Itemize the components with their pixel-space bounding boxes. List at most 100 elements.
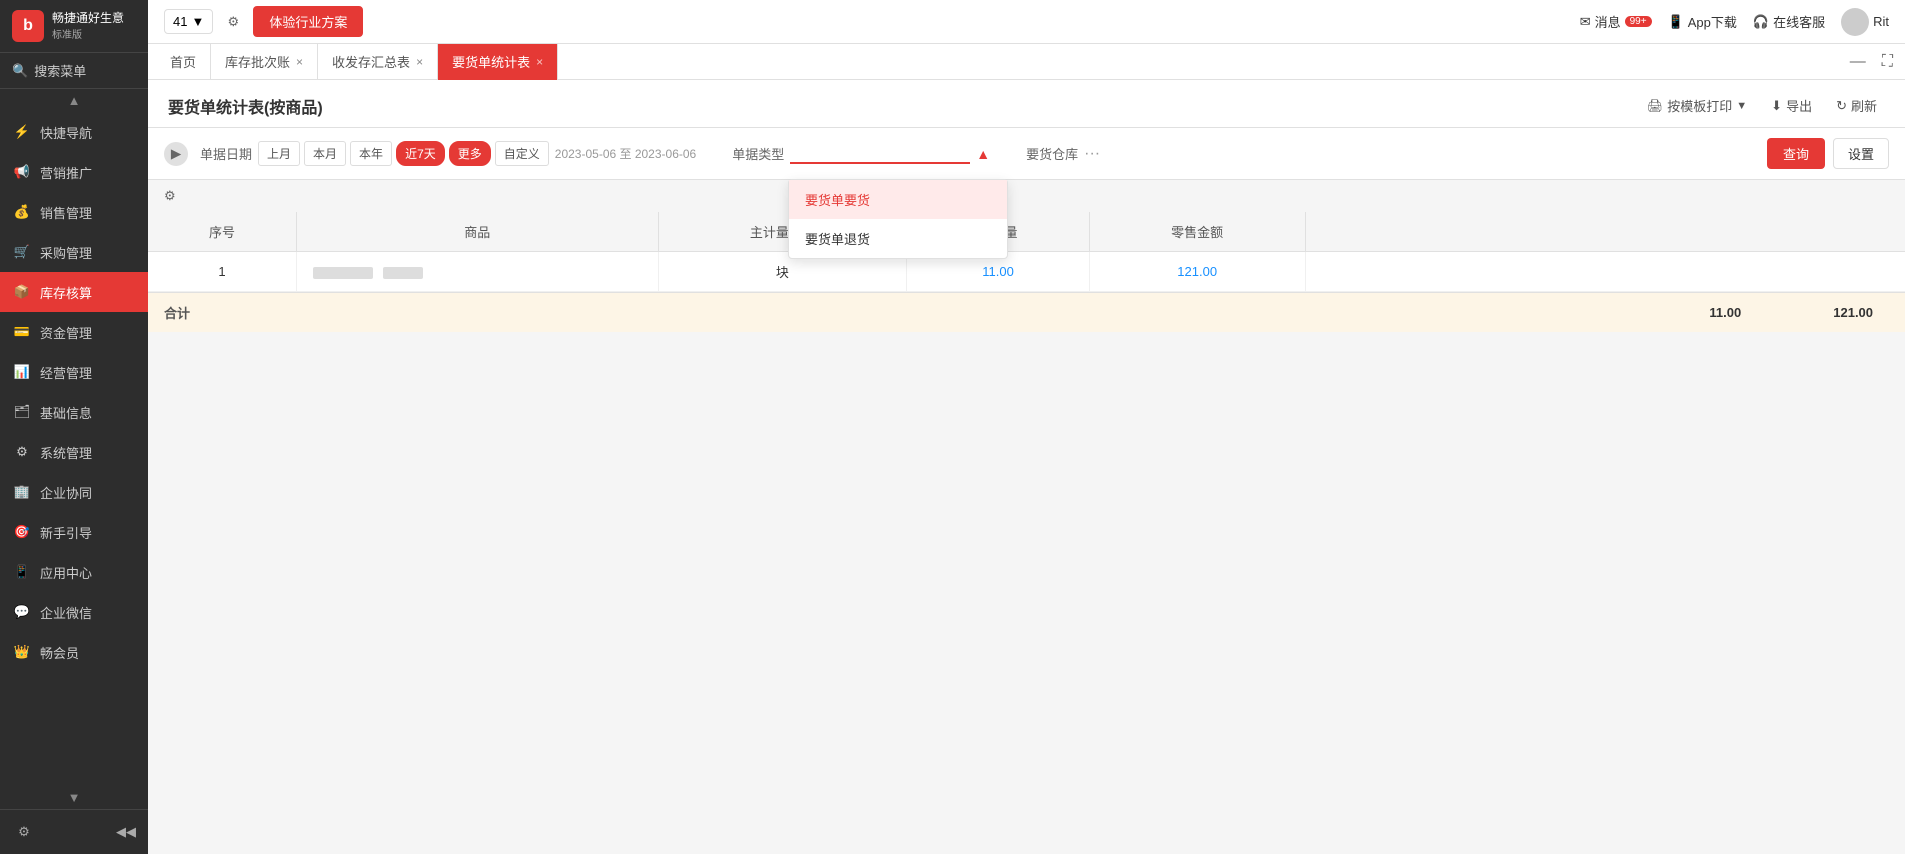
basic-icon: 🗂 [12,402,32,422]
tab-home-label: 首页 [170,52,196,71]
dropdown-item-order-goods[interactable]: 要货单要货 [789,180,1007,219]
query-btn[interactable]: 查询 [1767,138,1825,169]
warehouse-filter-dots[interactable]: ··· [1084,145,1100,163]
tab-order-stats-close[interactable]: × [536,55,543,69]
curr-month-btn[interactable]: 本月 [304,141,346,166]
sidebar-item-quick-nav[interactable]: ⚡ 快捷导航 [0,112,148,152]
appstore-icon: 📱 [12,562,32,582]
sidebar-item-label: 系统管理 [40,443,92,462]
sidebar-item-label: 企业协同 [40,483,92,502]
footer-amount: 121.00 [1817,305,1889,320]
company-selector[interactable]: 41 ▼ [164,9,213,34]
tab-collect-summary-close[interactable]: × [416,55,423,69]
type-filter-group: 单据类型 ▲ [732,143,990,164]
page-actions: 🖨 按模板打印 ▼ ⬇ 导出 ↻ 刷新 [1639,92,1885,119]
print-label: 按模板打印 [1667,96,1732,115]
export-label: 导出 [1786,96,1812,115]
user-profile-btn[interactable]: Rit [1841,8,1889,36]
trial-btn[interactable]: 体验行业方案 [253,6,363,37]
refresh-icon: ↻ [1836,98,1847,114]
export-icon: ⬇ [1771,98,1782,114]
more-btn[interactable]: 更多 [449,141,491,166]
online-service-btn[interactable]: 🎧 在线客服 [1753,12,1825,31]
filter-expand-btn[interactable]: ▶ [164,142,188,166]
topbar-right: ✉ 消息 99+ 📱 App下载 🎧 在线客服 Rit [1580,8,1889,36]
sidebar-item-member[interactable]: 👑 畅会员 [0,632,148,672]
app-download-btn[interactable]: 📱 App下载 [1668,12,1737,31]
settings-footer-btn[interactable]: ⚙ [12,820,36,844]
sidebar-collapse-btn[interactable]: ◀◀ [116,824,136,840]
chevron-down-icon: ▼ [1736,100,1747,112]
wechat-icon: 💬 [12,602,32,622]
type-filter-chevron-up[interactable]: ▲ [976,146,990,162]
sidebar-item-enterprise[interactable]: 🏢 企业协同 [0,472,148,512]
tab-order-stats[interactable]: 要货单统计表 × [438,44,558,80]
sidebar-item-operation[interactable]: 📊 经营管理 [0,352,148,392]
type-dropdown: 要货单要货 要货单退货 [788,179,1008,259]
tab-home[interactable]: 首页 [156,44,211,80]
sidebar-item-label: 资金管理 [40,323,92,342]
system-icon: ⚙ [12,442,32,462]
operation-icon: 📊 [12,362,32,382]
refresh-btn[interactable]: ↻ 刷新 [1828,92,1885,119]
cell-amount[interactable]: 121.00 [1089,252,1305,292]
sidebar-item-wechat[interactable]: 💬 企业微信 [0,592,148,632]
sidebar-item-label: 库存核算 [40,283,92,302]
footer-label: 合计 [164,303,190,322]
curr-year-btn[interactable]: 本年 [350,141,392,166]
tab-inventory-batch-label: 库存批次账 [225,52,290,71]
sidebar-item-purchase[interactable]: 🛒 采购管理 [0,232,148,272]
export-btn[interactable]: ⬇ 导出 [1763,92,1820,119]
sidebar-item-label: 新手引导 [40,523,92,542]
scroll-up-btn[interactable]: ▲ [0,89,148,112]
tab-inventory-batch[interactable]: 库存批次账 × [211,44,318,80]
sidebar-item-appstore[interactable]: 📱 应用中心 [0,552,148,592]
app-download-label: App下载 [1688,12,1737,31]
dropdown-item-order-return[interactable]: 要货单退货 [789,219,1007,258]
app-logo: b 畅捷通好生意 标准版 [0,0,148,53]
topbar-settings-btn[interactable]: ⚙ [221,10,245,34]
type-filter-input[interactable] [790,143,970,164]
tab-minimize-btn[interactable]: — [1846,53,1870,71]
table-settings-icon[interactable]: ⚙ [164,188,176,204]
sidebar-item-label: 营销推广 [40,163,92,182]
sidebar-item-sales[interactable]: 💰 销售管理 [0,192,148,232]
guide-icon: 🎯 [12,522,32,542]
tab-expand-btn[interactable]: ⛶ [1878,53,1897,71]
prev-month-btn[interactable]: 上月 [258,141,300,166]
enterprise-icon: 🏢 [12,482,32,502]
table-body: 1 块 11.00 121.00 [148,252,1905,292]
set-btn[interactable]: 设置 [1833,138,1889,169]
recent-7day-btn[interactable]: 近7天 [396,141,445,166]
filter-bar: ▶ 单据日期 上月 本月 本年 近7天 更多 自定义 2023-05-06 至 … [148,128,1905,180]
date-range-display: 2023-05-06 至 2023-06-06 [555,145,696,162]
scroll-down-btn[interactable]: ▼ [0,786,148,809]
app-name: 畅捷通好生意 [52,11,124,27]
search-menu[interactable]: 🔍 搜索菜单 [0,53,148,89]
sidebar-item-finance[interactable]: 💳 资金管理 [0,312,148,352]
custom-date-btn[interactable]: 自定义 [495,141,549,166]
messages-btn[interactable]: ✉ 消息 99+ [1580,12,1652,31]
sidebar-nav: ⚡ 快捷导航 📢 营销推广 💰 销售管理 🛒 采购管理 📦 库存核算 💳 资金管… [0,112,148,786]
sidebar-item-basic[interactable]: 🗂 基础信息 [0,392,148,432]
sidebar-item-guide[interactable]: 🎯 新手引导 [0,512,148,552]
headset-icon: 🎧 [1753,14,1769,30]
page-header: 要货单统计表(按商品) 🖨 按模板打印 ▼ ⬇ 导出 ↻ 刷新 [148,80,1905,128]
print-btn[interactable]: 🖨 按模板打印 ▼ [1639,92,1755,119]
tab-bar: 首页 库存批次账 × 收发存汇总表 × 要货单统计表 × — ⛶ [148,44,1905,80]
online-service-label: 在线客服 [1773,12,1825,31]
col-product: 商品 [296,212,658,252]
sidebar-item-system[interactable]: ⚙ 系统管理 [0,432,148,472]
table-footer: 合计 11.00 121.00 [148,292,1905,332]
type-filter-label: 单据类型 [732,144,784,163]
user-name: Rit [1873,14,1889,29]
tab-collect-summary[interactable]: 收发存汇总表 × [318,44,438,80]
sidebar-item-inventory[interactable]: 📦 库存核算 [0,272,148,312]
sidebar-item-label: 快捷导航 [40,123,92,142]
main-content: 41 ▼ ⚙ 体验行业方案 ✉ 消息 99+ 📱 App下载 🎧 在线客服 R [148,0,1905,854]
col-amount: 零售金额 [1089,212,1305,252]
sidebar-item-label: 企业微信 [40,603,92,622]
tab-order-stats-label: 要货单统计表 [452,52,530,71]
sidebar-item-marketing[interactable]: 📢 营销推广 [0,152,148,192]
tab-inventory-batch-close[interactable]: × [296,55,303,69]
